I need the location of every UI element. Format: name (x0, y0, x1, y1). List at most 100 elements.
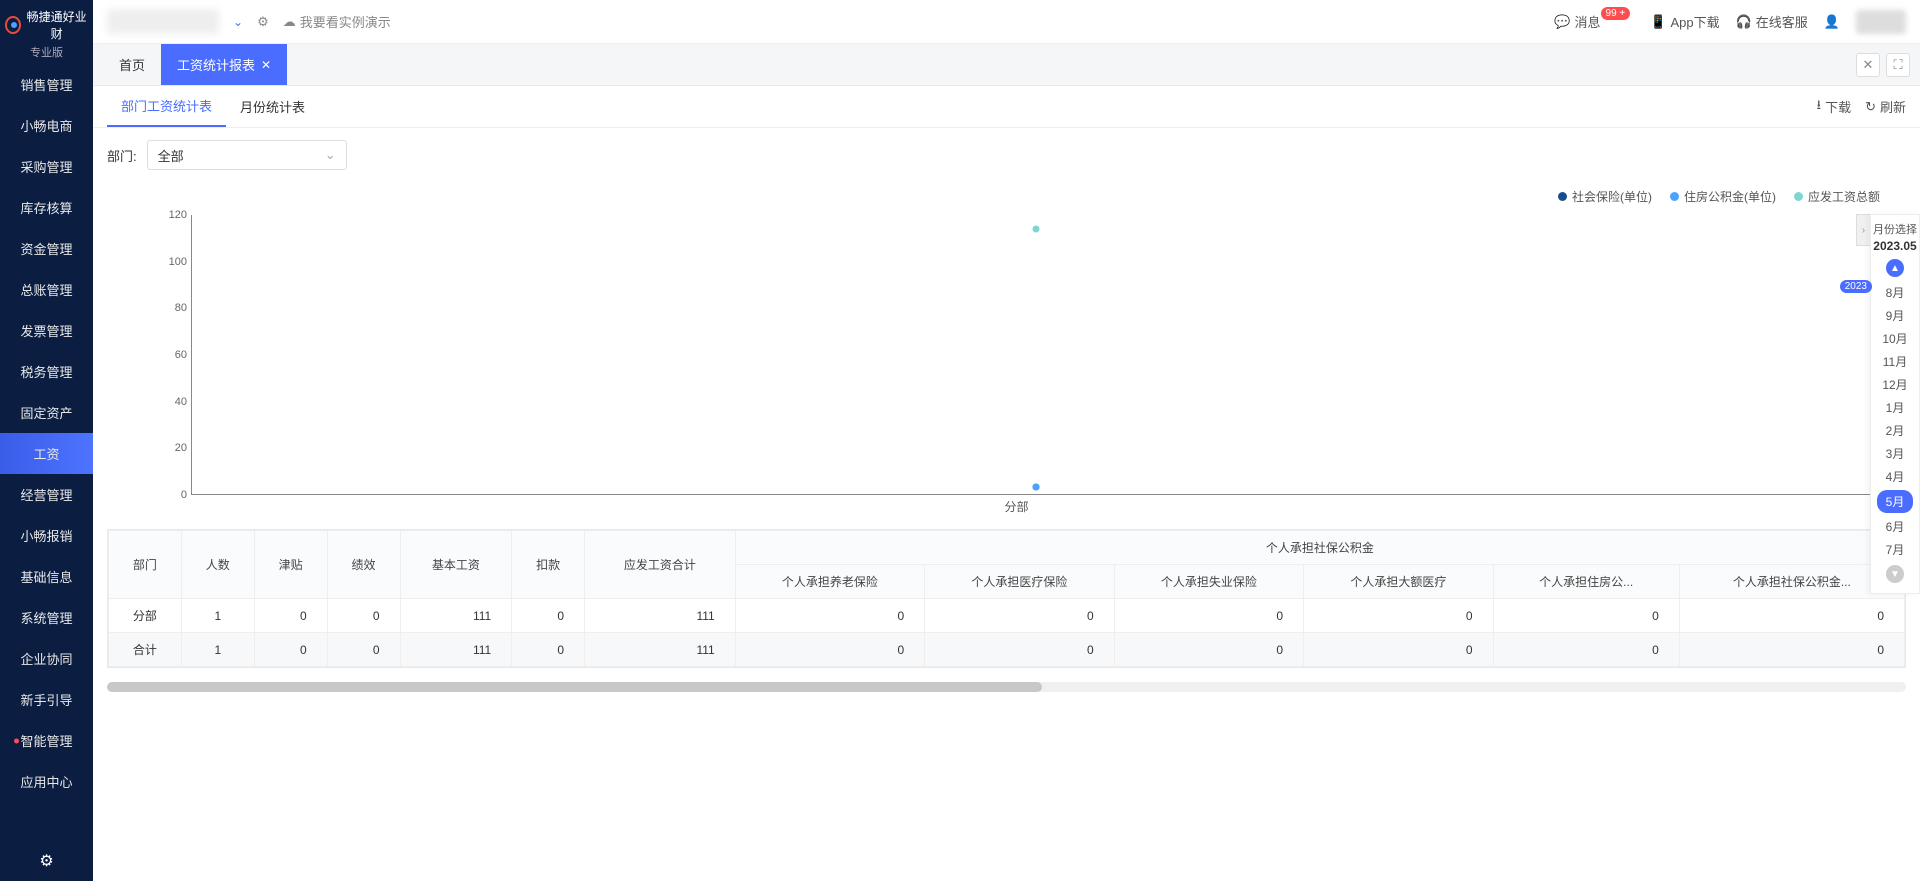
cloud-icon: ☁ (283, 14, 296, 30)
support-button[interactable]: 🎧 在线客服 (1736, 12, 1808, 31)
table-cell: 0 (1493, 633, 1679, 667)
refresh-label: 刷新 (1880, 97, 1906, 116)
horizontal-scrollbar[interactable] (107, 682, 1906, 692)
sidebar-item-label: 采购管理 (20, 160, 72, 175)
sidebar-item-3[interactable]: 库存核算 (0, 187, 93, 228)
sidebar-settings[interactable]: ⚙ (0, 841, 93, 881)
sidebar-item-0[interactable]: 销售管理 (0, 64, 93, 105)
month-scroll-down[interactable]: ▼ (1886, 565, 1904, 583)
tab-label: 工资统计报表 (177, 55, 255, 74)
month-picker-year: 2023.05 (1871, 239, 1919, 253)
table-cell: 0 (925, 599, 1114, 633)
table-cell: 0 (735, 633, 924, 667)
month-option[interactable]: 12月 (1871, 373, 1919, 396)
report-subtab-0[interactable]: 部门工资统计表 (107, 86, 226, 127)
download-button[interactable]: ⭳ 下载 (1817, 96, 1852, 118)
legend-label: 住房公积金(单位) (1684, 188, 1776, 205)
table-cell: 0 (254, 599, 327, 633)
report-subtab-1[interactable]: 月份统计表 (226, 86, 319, 127)
app-download-button[interactable]: 📱 App下载 (1650, 12, 1719, 31)
sidebar-item-12[interactable]: 基础信息 (0, 556, 93, 597)
sidebar-item-10[interactable]: 经营管理 (0, 474, 93, 515)
chart-x-category: 分部 (1004, 498, 1028, 515)
app-download-label: App下载 (1670, 12, 1719, 31)
month-option[interactable]: 10月 (1871, 327, 1919, 350)
brand-logo-icon (5, 16, 21, 34)
sidebar-item-4[interactable]: 资金管理 (0, 228, 93, 269)
sidebar-item-8[interactable]: 固定资产 (0, 392, 93, 433)
sidebar-item-1[interactable]: 小畅电商 (0, 105, 93, 146)
content-area: 部门工资统计表月份统计表 ⭳ 下载 ↻ 刷新 部门: 全部 ⌄ (93, 86, 1920, 881)
sidebar-item-16[interactable]: 智能管理 (0, 720, 93, 761)
month-option[interactable]: 1月 (1871, 396, 1919, 419)
sidebar-item-label: 销售管理 (20, 78, 72, 93)
month-option[interactable]: 5月 (1877, 490, 1913, 513)
month-option[interactable]: 11月 (1871, 350, 1919, 373)
month-option[interactable]: 7月 (1871, 538, 1919, 561)
sidebar-item-17[interactable]: 应用中心 (0, 761, 93, 802)
demo-link[interactable]: ☁ 我要看实例演示 (283, 12, 391, 31)
messages-label: 消息 (1575, 12, 1601, 31)
sidebar-item-label: 小畅报销 (20, 529, 72, 544)
page-tab-1[interactable]: 工资统计报表 ✕ (161, 44, 287, 85)
chart-plot (191, 215, 1880, 495)
support-label: 在线客服 (1756, 12, 1808, 31)
phone-icon: 📱 (1650, 14, 1666, 30)
tab-close-icon[interactable]: ✕ (261, 58, 271, 72)
sidebar-item-2[interactable]: 采购管理 (0, 146, 93, 187)
scrollbar-thumb[interactable] (107, 682, 1042, 692)
legend-dot-icon (1794, 192, 1803, 201)
sidebar-item-7[interactable]: 税务管理 (0, 351, 93, 392)
sidebar-item-5[interactable]: 总账管理 (0, 269, 93, 310)
company-name-blurred[interactable] (107, 9, 219, 34)
sidebar-item-9[interactable]: 工资 (0, 433, 93, 474)
sidebar-item-14[interactable]: 企业协同 (0, 638, 93, 679)
chart-area: 社会保险(单位) 住房公积金(单位) 应发工资总额 020406080100120 … (93, 182, 1920, 515)
month-option[interactable]: 3月 (1871, 442, 1919, 465)
month-picker-title: 月份选择 (1871, 221, 1919, 237)
page-tab-0[interactable]: 首页 (103, 44, 161, 85)
messages-button[interactable]: 💬 消息 99 + (1554, 12, 1634, 31)
header-gear-icon[interactable]: ⚙ (257, 14, 269, 30)
headset-icon: 🎧 (1736, 14, 1752, 30)
month-panel-collapse[interactable]: › (1856, 214, 1870, 246)
refresh-button[interactable]: ↻ 刷新 (1865, 96, 1906, 118)
dept-select[interactable]: 全部 ⌄ (147, 140, 347, 170)
sidebar: 畅捷通好业财 专业版 销售管理小畅电商采购管理库存核算资金管理总账管理发票管理税… (0, 0, 93, 881)
table-cell: 1 (181, 599, 254, 633)
chart-plot-container: 020406080100120 分部 (143, 215, 1890, 515)
chart-ytick: 120 (143, 209, 187, 221)
legend-item-0[interactable]: 社会保险(单位) (1558, 188, 1652, 205)
legend-item-1[interactable]: 住房公积金(单位) (1670, 188, 1776, 205)
fullscreen-button[interactable]: ⛶ (1886, 53, 1910, 77)
table-cell: 0 (1304, 599, 1493, 633)
company-dropdown-icon[interactable]: ⌄ (233, 15, 243, 29)
table-cell: 0 (254, 633, 327, 667)
chart-legend: 社会保险(单位) 住房公积金(单位) 应发工资总额 (143, 182, 1890, 215)
sidebar-item-11[interactable]: 小畅报销 (0, 515, 93, 556)
sidebar-item-label: 基础信息 (20, 570, 72, 585)
sidebar-item-6[interactable]: 发票管理 (0, 310, 93, 351)
chart-data-point (1033, 484, 1040, 491)
month-option[interactable]: 6月 (1871, 515, 1919, 538)
user-name-blurred[interactable] (1856, 10, 1906, 34)
user-avatar-icon[interactable]: 👤 (1824, 14, 1840, 30)
table-cell: 合计 (109, 633, 182, 667)
legend-item-2[interactable]: 应发工资总额 (1794, 188, 1880, 205)
month-option[interactable]: 9月 (1871, 304, 1919, 327)
sidebar-item-15[interactable]: 新手引导 (0, 679, 93, 720)
table-cell: 0 (925, 633, 1114, 667)
table-cell: 0 (735, 599, 924, 633)
month-option[interactable]: 2月 (1871, 419, 1919, 442)
year-divider-tag: 2023 (1840, 280, 1872, 293)
sidebar-item-13[interactable]: 系统管理 (0, 597, 93, 638)
top-header: ⌄ ⚙ ☁ 我要看实例演示 💬 消息 99 + 📱 App下载 🎧 (93, 0, 1920, 44)
table-cell: 0 (1114, 599, 1303, 633)
close-all-tabs-button[interactable]: ✕ (1856, 53, 1880, 77)
month-scroll-up[interactable]: ▲ (1886, 259, 1904, 277)
sidebar-item-label: 工资 (33, 447, 59, 462)
month-option[interactable]: 8月 (1871, 281, 1919, 304)
chart-ytick: 60 (143, 349, 187, 361)
month-option[interactable]: 4月 (1871, 465, 1919, 488)
table-cell: 0 (1114, 633, 1303, 667)
